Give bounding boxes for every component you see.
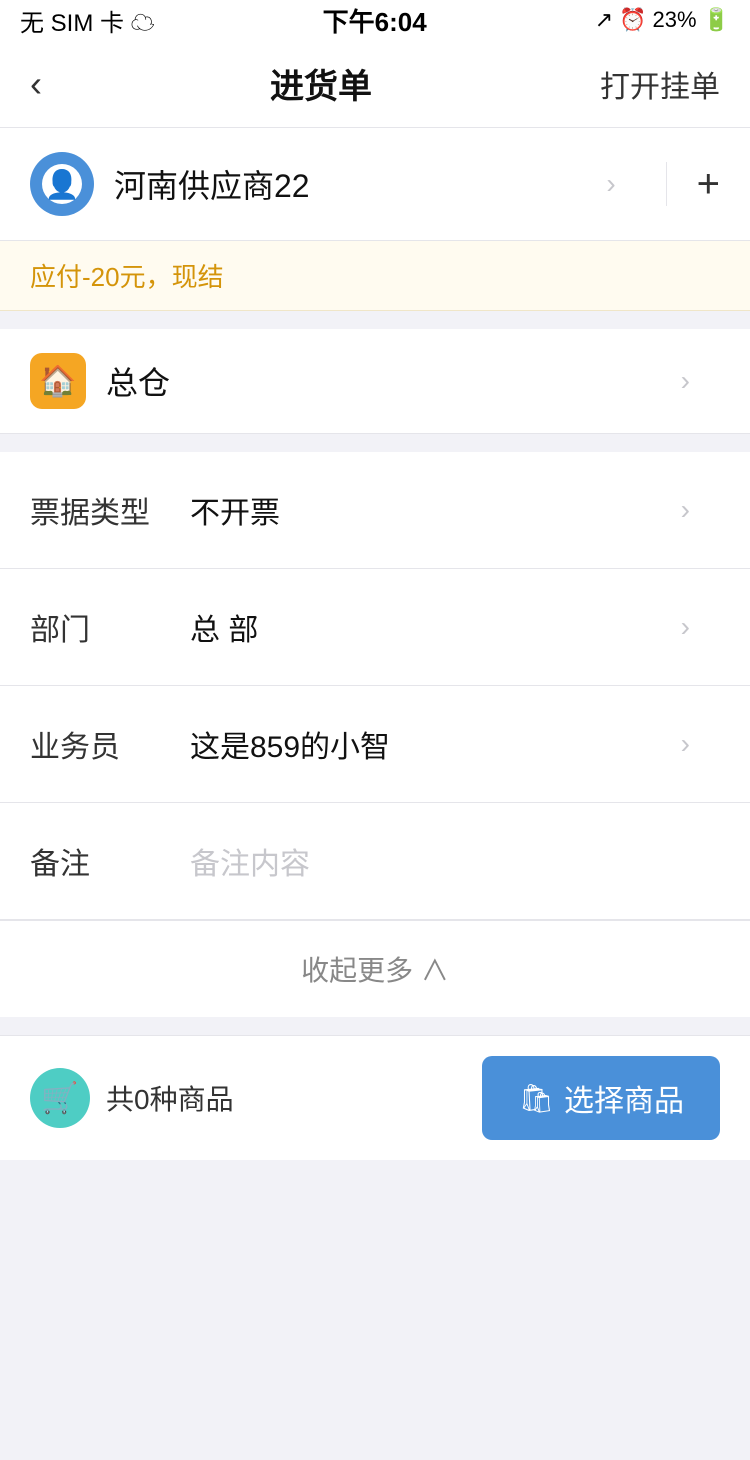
supplier-avatar: 👤 xyxy=(30,152,94,216)
back-button[interactable]: ‹ xyxy=(30,63,42,105)
supplier-section: 👤 河南供应商22 › + 应付-20元，现结 xyxy=(0,128,750,311)
open-pending-button[interactable]: 打开挂单 xyxy=(600,62,720,106)
salesperson-chevron-icon: › xyxy=(681,728,690,760)
battery-icon: 🔋 xyxy=(703,7,730,33)
battery-text: 23% xyxy=(653,7,697,33)
warehouse-chevron-icon: › xyxy=(681,365,690,397)
warehouse-name: 总仓 xyxy=(106,358,681,404)
warehouse-section: 🏠 总仓 › xyxy=(0,329,750,434)
invoice-type-label: 票据类型 xyxy=(30,488,170,532)
supplier-name: 河南供应商22 xyxy=(114,161,606,207)
sim-status: 无 SIM 卡 ☁ xyxy=(20,3,155,38)
status-right: ↗ ⏰ 23% 🔋 xyxy=(595,7,730,33)
department-chevron-icon: › xyxy=(681,611,690,643)
salesperson-label: 业务员 xyxy=(30,722,170,766)
remark-input[interactable]: 备注内容 xyxy=(170,839,720,883)
form-section: 票据类型 不开票 › 部门 总 部 › 业务员 这是859的小智 › 备注 备注… xyxy=(0,452,750,1017)
salesperson-value: 这是859的小智 xyxy=(170,722,681,766)
select-product-button[interactable]: 🛍 选择商品 xyxy=(482,1056,720,1140)
avatar-inner: 👤 xyxy=(42,164,82,204)
invoice-type-value: 不开票 xyxy=(170,488,681,532)
person-icon: 👤 xyxy=(45,168,80,201)
warehouse-icon: 🏠 xyxy=(30,353,86,409)
status-time: 下午6:04 xyxy=(323,2,427,39)
status-left: 无 SIM 卡 ☁ xyxy=(20,3,155,38)
gap1 xyxy=(0,311,750,329)
collapse-label: 收起更多 ∧ xyxy=(301,949,449,989)
status-bar: 无 SIM 卡 ☁ 下午6:04 ↗ ⏰ 23% 🔋 xyxy=(0,0,750,40)
department-value: 总 部 xyxy=(170,605,681,649)
invoice-type-row[interactable]: 票据类型 不开票 › xyxy=(0,452,750,569)
department-row[interactable]: 部门 总 部 › xyxy=(0,569,750,686)
bottom-bar: 🛒 共0种商品 🛍 选择商品 xyxy=(0,1035,750,1160)
remark-label: 备注 xyxy=(30,839,170,883)
supplier-chevron-icon: › xyxy=(606,168,615,200)
collapse-button[interactable]: 收起更多 ∧ xyxy=(0,920,750,1017)
content-area: 👤 河南供应商22 › + 应付-20元，现结 🏠 总仓 › 票据类型 不开票 … xyxy=(0,128,750,1460)
add-button[interactable]: + xyxy=(697,162,720,207)
product-count-wrap: 🛒 共0种商品 xyxy=(30,1068,234,1128)
supplier-row[interactable]: 👤 河南供应商22 › + xyxy=(0,128,750,241)
invoice-type-chevron-icon: › xyxy=(681,494,690,526)
divider xyxy=(666,162,667,206)
gray-area xyxy=(0,1160,750,1460)
page-title: 进货单 xyxy=(270,59,372,108)
location-icon: ↗ xyxy=(595,7,613,33)
salesperson-row[interactable]: 业务员 这是859的小智 › xyxy=(0,686,750,803)
product-count-text: 共0种商品 xyxy=(106,1078,234,1118)
gap2 xyxy=(0,434,750,452)
warehouse-row[interactable]: 🏠 总仓 › xyxy=(0,329,750,434)
notice-banner: 应付-20元，现结 xyxy=(0,241,750,311)
select-product-label: 选择商品 xyxy=(564,1076,684,1120)
product-icon: 🛒 xyxy=(30,1068,90,1128)
alarm-icon: ⏰ xyxy=(619,7,646,33)
nav-bar: ‹ 进货单 打开挂单 xyxy=(0,40,750,128)
department-label: 部门 xyxy=(30,605,170,649)
select-product-icon: 🛍 xyxy=(518,1082,554,1115)
remark-row[interactable]: 备注 备注内容 xyxy=(0,803,750,920)
